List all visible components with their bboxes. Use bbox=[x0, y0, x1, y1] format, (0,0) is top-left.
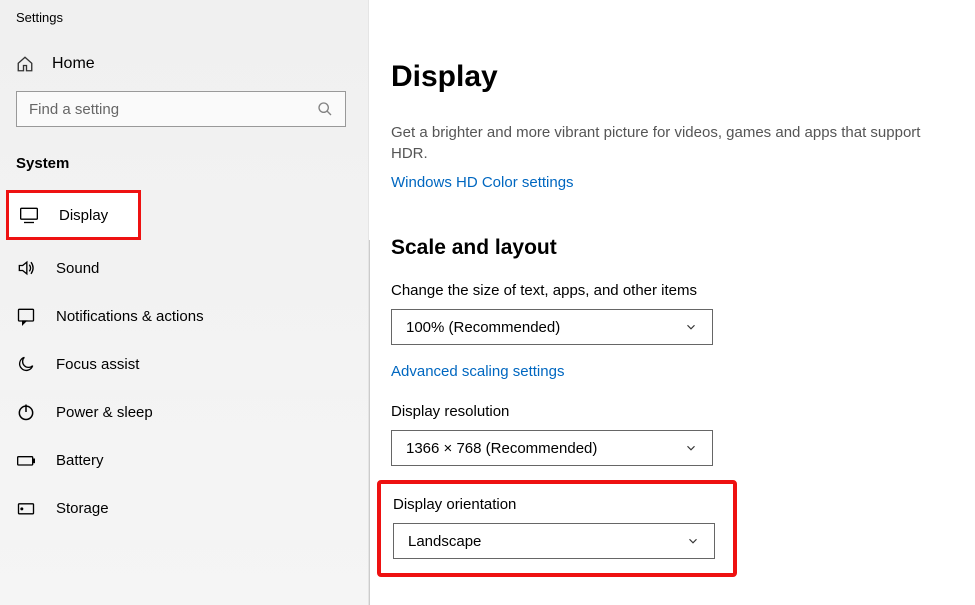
sidebar-item-storage[interactable]: Storage bbox=[0, 484, 368, 532]
main-content: Display Get a brighter and more vibrant … bbox=[368, 0, 975, 605]
sidebar-item-sound[interactable]: Sound bbox=[0, 244, 368, 292]
resolution-label: Display resolution bbox=[391, 403, 953, 420]
power-icon bbox=[16, 402, 36, 422]
hdr-settings-link[interactable]: Windows HD Color settings bbox=[391, 174, 574, 191]
search-input[interactable] bbox=[16, 91, 346, 127]
sidebar: Settings Home System Display Sound Notif… bbox=[0, 0, 368, 605]
notification-icon bbox=[16, 306, 36, 326]
sidebar-item-label: Storage bbox=[56, 500, 109, 517]
orientation-label: Display orientation bbox=[393, 496, 721, 513]
orientation-dropdown[interactable]: Landscape bbox=[393, 523, 715, 559]
page-title: Display bbox=[391, 60, 953, 94]
sidebar-item-power-sleep[interactable]: Power & sleep bbox=[0, 388, 368, 436]
sidebar-item-battery[interactable]: Battery bbox=[0, 436, 368, 484]
hdr-description: Get a brighter and more vibrant picture … bbox=[391, 122, 931, 164]
sound-icon bbox=[16, 258, 36, 278]
sidebar-item-label: Battery bbox=[56, 452, 104, 469]
chevron-down-icon bbox=[684, 320, 698, 334]
sidebar-item-label: Display bbox=[59, 207, 108, 224]
search-icon bbox=[317, 101, 333, 117]
home-icon bbox=[16, 55, 34, 73]
sidebar-item-focus-assist[interactable]: Focus assist bbox=[0, 340, 368, 388]
search-field[interactable] bbox=[29, 101, 317, 118]
battery-icon bbox=[16, 450, 36, 470]
sidebar-item-display[interactable]: Display bbox=[6, 190, 141, 240]
scale-value: 100% (Recommended) bbox=[406, 319, 560, 336]
sidebar-item-label: Power & sleep bbox=[56, 404, 153, 421]
scale-label: Change the size of text, apps, and other… bbox=[391, 282, 953, 299]
chevron-down-icon bbox=[684, 441, 698, 455]
resolution-value: 1366 × 768 (Recommended) bbox=[406, 440, 597, 457]
orientation-highlight: Display orientation Landscape bbox=[377, 480, 737, 577]
category-label: System bbox=[0, 147, 368, 190]
orientation-value: Landscape bbox=[408, 533, 481, 550]
storage-icon bbox=[16, 498, 36, 518]
home-label: Home bbox=[52, 55, 95, 73]
sidebar-item-label: Notifications & actions bbox=[56, 308, 204, 325]
section-scale-layout: Scale and layout bbox=[391, 236, 953, 260]
resolution-dropdown[interactable]: 1366 × 768 (Recommended) bbox=[391, 430, 713, 466]
app-title: Settings bbox=[0, 0, 368, 31]
scale-dropdown[interactable]: 100% (Recommended) bbox=[391, 309, 713, 345]
chevron-down-icon bbox=[686, 534, 700, 548]
sidebar-item-label: Focus assist bbox=[56, 356, 139, 373]
home-nav[interactable]: Home bbox=[0, 31, 368, 91]
moon-icon bbox=[16, 354, 36, 374]
sidebar-item-notifications[interactable]: Notifications & actions bbox=[0, 292, 368, 340]
sidebar-item-label: Sound bbox=[56, 260, 99, 277]
advanced-scaling-link[interactable]: Advanced scaling settings bbox=[391, 363, 564, 380]
monitor-icon bbox=[19, 205, 39, 225]
